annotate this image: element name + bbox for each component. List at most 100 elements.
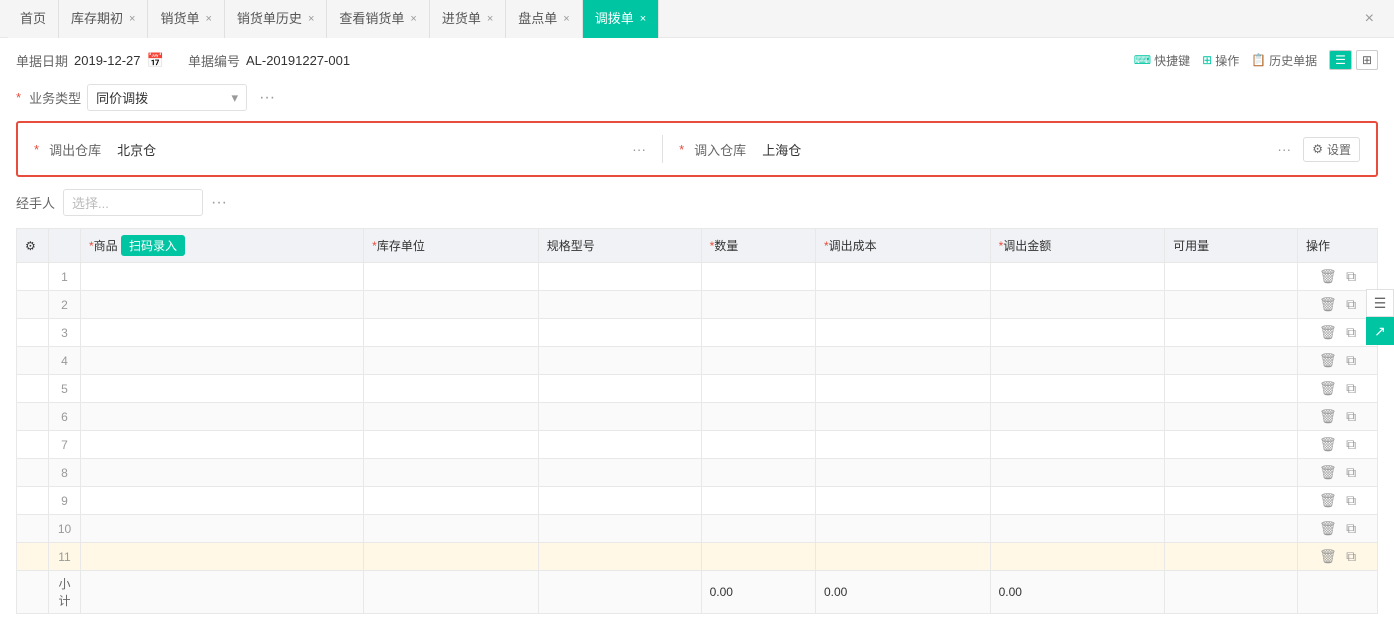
row-unit-2[interactable] xyxy=(364,291,539,319)
row-spec-10[interactable] xyxy=(538,515,701,543)
tab-initial-stock[interactable]: 库存期初 × xyxy=(59,0,148,38)
row-available-8[interactable] xyxy=(1165,459,1298,487)
row-amount-1[interactable] xyxy=(990,263,1165,291)
row-qty-9[interactable] xyxy=(701,487,815,515)
row-copy-button-4[interactable]: ⧉ xyxy=(1343,352,1359,369)
row-cost-6[interactable] xyxy=(816,403,991,431)
tab-inventory-close[interactable]: × xyxy=(563,0,569,38)
row-delete-button-6[interactable]: 🗑 xyxy=(1316,408,1340,425)
tab-sales-history-close[interactable]: × xyxy=(308,0,314,38)
in-warehouse-value[interactable]: 上海仓 xyxy=(762,140,801,159)
row-delete-button-8[interactable]: 🗑 xyxy=(1316,464,1340,481)
th-gear[interactable]: ⚙ xyxy=(17,229,49,263)
row-available-4[interactable] xyxy=(1165,347,1298,375)
row-product-8[interactable] xyxy=(81,459,364,487)
subtotal-delete-button[interactable]: 🗑 xyxy=(1316,548,1340,565)
row-delete-button-2[interactable]: 🗑 xyxy=(1316,296,1340,313)
row-available-7[interactable] xyxy=(1165,431,1298,459)
tab-home[interactable]: 首页 xyxy=(8,0,59,38)
row-cost-2[interactable] xyxy=(816,291,991,319)
row-qty-2[interactable] xyxy=(701,291,815,319)
row-cost-4[interactable] xyxy=(816,347,991,375)
window-close-button[interactable]: × xyxy=(1353,0,1386,38)
row-delete-button-7[interactable]: 🗑 xyxy=(1316,436,1340,453)
scan-button[interactable]: 扫码录入 xyxy=(121,235,185,256)
row-available-5[interactable] xyxy=(1165,375,1298,403)
row-available-1[interactable] xyxy=(1165,263,1298,291)
row-available-10[interactable] xyxy=(1165,515,1298,543)
tab-sales-order-close[interactable]: × xyxy=(205,0,211,38)
row-cost-9[interactable] xyxy=(816,487,991,515)
row-cost-10[interactable] xyxy=(816,515,991,543)
row-product-5[interactable] xyxy=(81,375,364,403)
row-copy-button-9[interactable]: ⧉ xyxy=(1343,492,1359,509)
tab-purchase-close[interactable]: × xyxy=(487,0,493,38)
row-copy-button-6[interactable]: ⧉ xyxy=(1343,408,1359,425)
row-spec-4[interactable] xyxy=(538,347,701,375)
business-type-more[interactable]: ··· xyxy=(259,89,275,107)
row-spec-3[interactable] xyxy=(538,319,701,347)
row-qty-6[interactable] xyxy=(701,403,815,431)
tab-view-sales-close[interactable]: × xyxy=(410,0,416,38)
person-select[interactable]: 选择... xyxy=(63,189,203,216)
row-qty-5[interactable] xyxy=(701,375,815,403)
operate-button[interactable]: ⊞ 操作 xyxy=(1202,52,1239,69)
row-available-3[interactable] xyxy=(1165,319,1298,347)
row-copy-button-1[interactable]: ⧉ xyxy=(1343,268,1359,285)
tab-sales-order[interactable]: 销货单 × xyxy=(148,0,224,38)
person-more[interactable]: ··· xyxy=(211,194,227,212)
row-delete-button-10[interactable]: 🗑 xyxy=(1316,520,1340,537)
out-warehouse-value[interactable]: 北京仓 xyxy=(117,140,156,159)
row-product-9[interactable] xyxy=(81,487,364,515)
row-cost-8[interactable] xyxy=(816,459,991,487)
row-amount-7[interactable] xyxy=(990,431,1165,459)
tab-inventory[interactable]: 盘点单 × xyxy=(506,0,582,38)
row-unit-9[interactable] xyxy=(364,487,539,515)
tab-transfer-close[interactable]: × xyxy=(640,0,646,38)
settings-button[interactable]: ⚙ 设置 xyxy=(1303,137,1360,162)
grid-view-button[interactable]: ⊞ xyxy=(1356,50,1378,70)
row-copy-button-2[interactable]: ⧉ xyxy=(1343,296,1359,313)
tab-sales-history[interactable]: 销货单历史 × xyxy=(225,0,327,38)
shortcut-button[interactable]: ⌨ 快捷键 xyxy=(1134,52,1190,69)
row-amount-6[interactable] xyxy=(990,403,1165,431)
row-product-7[interactable] xyxy=(81,431,364,459)
row-spec-2[interactable] xyxy=(538,291,701,319)
row-spec-9[interactable] xyxy=(538,487,701,515)
row-copy-button-10[interactable]: ⧉ xyxy=(1343,520,1359,537)
row-available-2[interactable] xyxy=(1165,291,1298,319)
row-spec-5[interactable] xyxy=(538,375,701,403)
row-amount-8[interactable] xyxy=(990,459,1165,487)
row-copy-button-8[interactable]: ⧉ xyxy=(1343,464,1359,481)
row-cost-7[interactable] xyxy=(816,431,991,459)
row-product-1[interactable] xyxy=(81,263,364,291)
row-cost-3[interactable] xyxy=(816,319,991,347)
row-unit-10[interactable] xyxy=(364,515,539,543)
row-unit-7[interactable] xyxy=(364,431,539,459)
row-qty-8[interactable] xyxy=(701,459,815,487)
row-delete-button-5[interactable]: 🗑 xyxy=(1316,380,1340,397)
row-available-6[interactable] xyxy=(1165,403,1298,431)
history-button[interactable]: 📋 历史单据 xyxy=(1251,52,1317,69)
row-spec-1[interactable] xyxy=(538,263,701,291)
list-view-button[interactable]: ☰ xyxy=(1329,50,1352,70)
tab-initial-stock-close[interactable]: × xyxy=(129,0,135,38)
row-amount-5[interactable] xyxy=(990,375,1165,403)
row-copy-button-7[interactable]: ⧉ xyxy=(1343,436,1359,453)
row-delete-button-1[interactable]: 🗑 xyxy=(1316,268,1340,285)
row-product-6[interactable] xyxy=(81,403,364,431)
row-unit-5[interactable] xyxy=(364,375,539,403)
subtotal-copy-button[interactable]: ⧉ xyxy=(1343,548,1359,565)
row-amount-10[interactable] xyxy=(990,515,1165,543)
row-cost-1[interactable] xyxy=(816,263,991,291)
business-type-select[interactable]: 同价调拨 ▾ xyxy=(87,84,247,111)
row-qty-3[interactable] xyxy=(701,319,815,347)
row-unit-3[interactable] xyxy=(364,319,539,347)
calendar-icon[interactable]: 📅 xyxy=(147,52,164,69)
sidebar-list-icon[interactable]: ☰ xyxy=(1366,289,1394,317)
tab-purchase[interactable]: 进货单 × xyxy=(430,0,506,38)
row-product-10[interactable] xyxy=(81,515,364,543)
row-delete-button-9[interactable]: 🗑 xyxy=(1316,492,1340,509)
row-qty-4[interactable] xyxy=(701,347,815,375)
row-copy-button-5[interactable]: ⧉ xyxy=(1343,380,1359,397)
